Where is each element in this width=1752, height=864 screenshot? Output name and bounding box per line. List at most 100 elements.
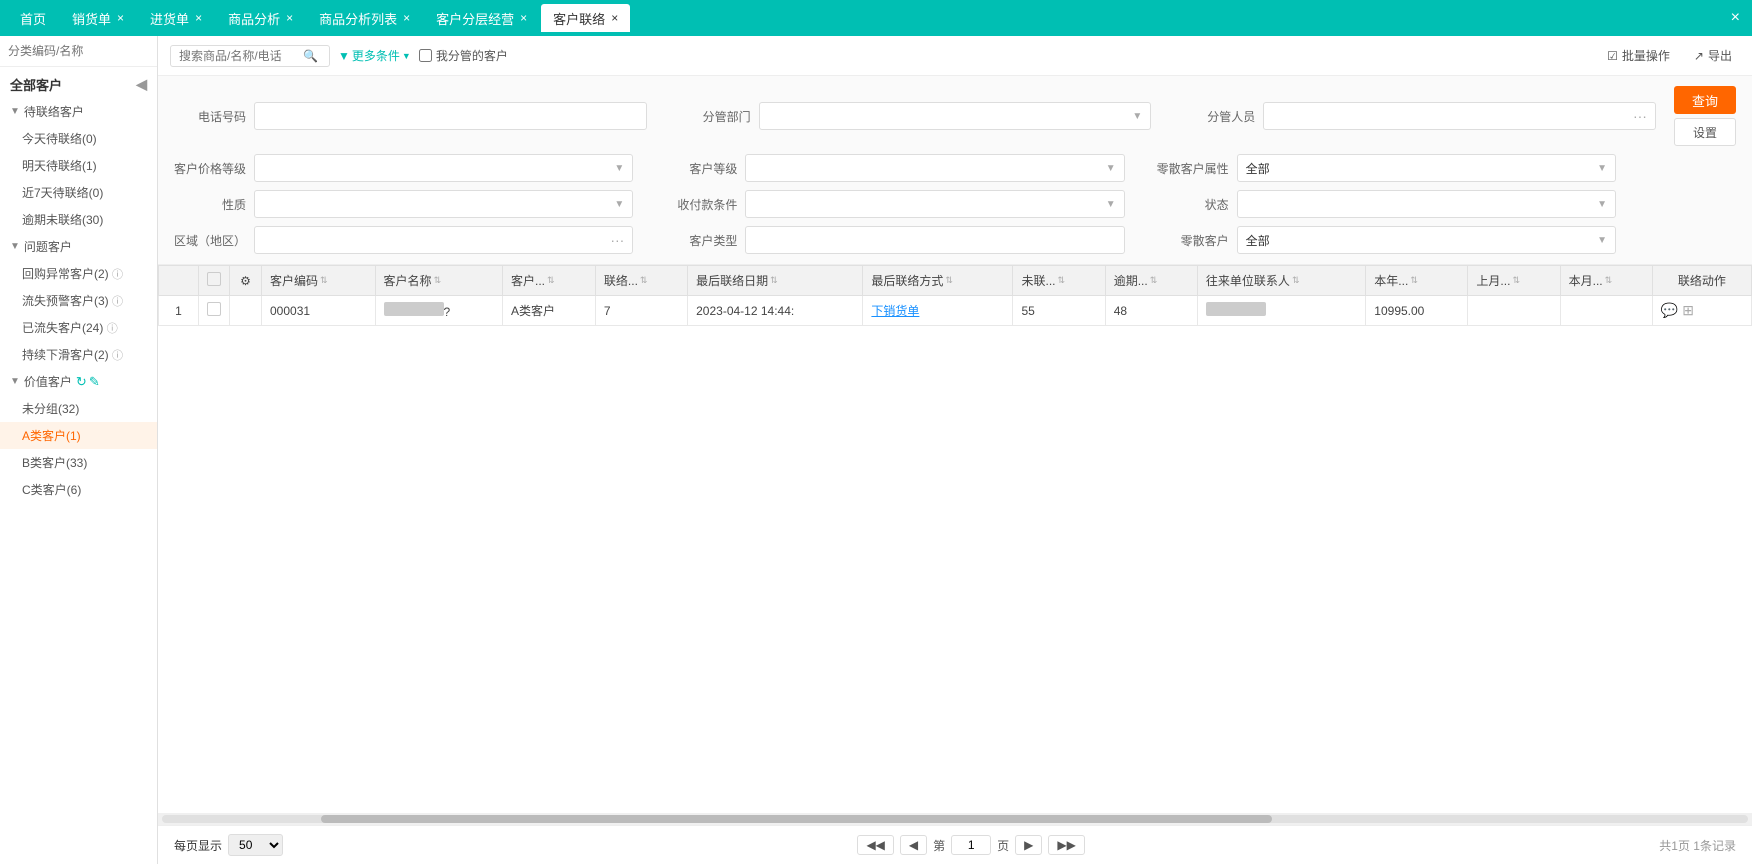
- sidebar-item-type-a[interactable]: A类客户(1): [0, 422, 157, 449]
- sort-icon-unit-contact[interactable]: ⇅: [1292, 275, 1300, 286]
- nav-purchase[interactable]: 进货单 ×: [138, 4, 214, 32]
- horizontal-scrollbar[interactable]: [158, 813, 1752, 825]
- filter-region-select[interactable]: ···: [254, 226, 633, 254]
- cell-check[interactable]: [199, 296, 230, 326]
- chat-icon[interactable]: 💬: [1661, 302, 1678, 319]
- filter-status-select[interactable]: ▼: [1237, 190, 1616, 218]
- sidebar-item-7days[interactable]: 近7天待联络(0): [0, 179, 157, 206]
- export-btn[interactable]: ↗ 导出: [1686, 44, 1740, 67]
- filter-retail-attr: 零散客户属性 全部 ▼: [1157, 154, 1616, 182]
- th-last-method[interactable]: 最后联络方式 ⇅: [863, 266, 1013, 296]
- first-page-btn[interactable]: ◀◀: [857, 835, 893, 855]
- sidebar-item-tomorrow[interactable]: 明天待联络(1): [0, 152, 157, 179]
- nav-analysis-close[interactable]: ×: [286, 11, 293, 25]
- sort-icon-overdue[interactable]: ⇅: [1150, 275, 1158, 286]
- sort-icon-contact[interactable]: ⇅: [640, 275, 648, 286]
- filter-customer-level-label: 客户等级: [665, 160, 745, 177]
- refresh-icon[interactable]: ↻: [76, 374, 87, 390]
- sort-icon-this-month[interactable]: ⇅: [1605, 275, 1613, 286]
- edit-icon[interactable]: ✎: [89, 374, 100, 390]
- sidebar-collapse-btn[interactable]: [136, 76, 147, 93]
- prev-page-btn[interactable]: ◀: [900, 835, 927, 855]
- sort-icon-type[interactable]: ⇅: [547, 275, 555, 286]
- nav-customer-tier[interactable]: 客户分层经营 ×: [424, 4, 539, 32]
- nav-customer-contact-close[interactable]: ×: [611, 11, 618, 25]
- page-size-select[interactable]: 10 20 50 100: [228, 834, 283, 856]
- sidebar-item-churned[interactable]: 已流失客户(24) ⓘ: [0, 314, 157, 341]
- sort-icon-this-year[interactable]: ⇅: [1410, 275, 1418, 286]
- next-page-btn[interactable]: ▶: [1015, 835, 1042, 855]
- sort-icon-last-month[interactable]: ⇅: [1512, 275, 1520, 286]
- settings-btn[interactable]: 设置: [1674, 118, 1736, 146]
- row-checkbox[interactable]: [207, 302, 221, 316]
- th-contact[interactable]: 联络... ⇅: [595, 266, 687, 296]
- nav-analysis-list[interactable]: 商品分析列表 ×: [307, 4, 422, 32]
- chevron-icon-5: ▼: [614, 199, 624, 210]
- filter-dept-select[interactable]: ▼: [759, 102, 1152, 130]
- th-this-year[interactable]: 本年... ⇅: [1366, 266, 1468, 296]
- th-code[interactable]: 客户编码 ⇅: [262, 266, 376, 296]
- th-overdue[interactable]: 逾期... ⇅: [1105, 266, 1197, 296]
- main-search-input[interactable]: [179, 49, 299, 63]
- th-name[interactable]: 客户名称 ⇅: [375, 266, 502, 296]
- main-search-icon[interactable]: 🔍: [303, 49, 318, 63]
- nav-home[interactable]: 首页: [8, 4, 58, 32]
- my-customers-filter[interactable]: 我分管的客户: [419, 47, 508, 64]
- sidebar-item-today[interactable]: 今天待联络(0): [0, 125, 157, 152]
- th-last-month[interactable]: 上月... ⇅: [1468, 266, 1560, 296]
- select-all-checkbox[interactable]: [207, 272, 221, 286]
- filter-customer-type-input[interactable]: [745, 226, 1124, 254]
- more-filters-btn[interactable]: ▼ 更多条件 ▼: [338, 47, 411, 64]
- nav-analysis-list-close[interactable]: ×: [403, 11, 410, 25]
- filter-customer-level-select[interactable]: ▼: [745, 154, 1124, 182]
- group-problem-customers[interactable]: ▼ 问题客户: [0, 233, 157, 260]
- th-this-month[interactable]: 本月... ⇅: [1560, 266, 1652, 296]
- sidebar-item-ungrouped[interactable]: 未分组(32): [0, 395, 157, 422]
- filter-payment-select[interactable]: ▼: [745, 190, 1124, 218]
- filter-person-select[interactable]: ···: [1263, 102, 1656, 130]
- last-method-link[interactable]: 下销货单: [871, 304, 919, 318]
- sidebar-item-repurchase-abnormal[interactable]: 回购异常客户(2) ⓘ: [0, 260, 157, 287]
- sort-icon-last-date[interactable]: ⇅: [770, 275, 778, 286]
- my-customers-checkbox[interactable]: [419, 49, 432, 62]
- query-btn[interactable]: 查询: [1674, 86, 1736, 114]
- filter-payment-label: 收付款条件: [665, 196, 745, 213]
- sort-icon-code[interactable]: ⇅: [320, 275, 328, 286]
- filter-retail-select[interactable]: 全部 ▼: [1237, 226, 1616, 254]
- sidebar-item-overdue[interactable]: 逾期未联络(30): [0, 206, 157, 233]
- nav-customer-contact[interactable]: 客户联络 ×: [541, 4, 630, 32]
- batch-operation-btn[interactable]: ☑ 批量操作: [1599, 44, 1678, 67]
- sidebar-item-churn-warning[interactable]: 流失预警客户(3) ⓘ: [0, 287, 157, 314]
- th-setting[interactable]: ⚙: [230, 266, 262, 296]
- sidebar-item-type-c[interactable]: C类客户(6): [0, 476, 157, 503]
- nav-analysis[interactable]: 商品分析 ×: [216, 4, 305, 32]
- nav-sales[interactable]: 销货单 ×: [60, 4, 136, 32]
- nav-sales-close[interactable]: ×: [117, 11, 124, 25]
- sidebar-item-type-b[interactable]: B类客户(33): [0, 449, 157, 476]
- filter-nature-select[interactable]: ▼: [254, 190, 633, 218]
- filter-retail-attr-select[interactable]: 全部 ▼: [1237, 154, 1616, 182]
- nav-purchase-close[interactable]: ×: [195, 11, 202, 25]
- filter-phone-input[interactable]: [254, 102, 647, 130]
- sort-icon-last-method[interactable]: ⇅: [945, 275, 953, 286]
- sort-icon-name[interactable]: ⇅: [434, 275, 442, 286]
- sort-icon-no-contact[interactable]: ⇅: [1058, 275, 1066, 286]
- th-unit-contact[interactable]: 往来单位联系人 ⇅: [1197, 266, 1365, 296]
- th-last-date[interactable]: 最后联络日期 ⇅: [688, 266, 863, 296]
- close-all-tabs[interactable]: ×: [1727, 5, 1744, 31]
- nav-customer-tier-close[interactable]: ×: [520, 11, 527, 25]
- page-number-input[interactable]: [951, 835, 991, 855]
- th-no-contact[interactable]: 未联... ⇅: [1013, 266, 1105, 296]
- filter-price-level-select[interactable]: ▼: [254, 154, 633, 182]
- qr-icon[interactable]: ⊞: [1682, 302, 1694, 319]
- th-check[interactable]: [199, 266, 230, 296]
- group-pending-contact[interactable]: ▼ 待联络客户: [0, 98, 157, 125]
- sidebar-search-input[interactable]: [8, 44, 158, 58]
- chevron-icon-2: ▼: [614, 163, 624, 174]
- gear-icon[interactable]: ⚙: [240, 274, 251, 288]
- sidebar-item-declining[interactable]: 持续下滑客户(2) ⓘ: [0, 341, 157, 368]
- last-page-btn[interactable]: ▶▶: [1048, 835, 1084, 855]
- th-type[interactable]: 客户... ⇅: [502, 266, 595, 296]
- group-value-customers[interactable]: ▼ 价值客户 ↻ ✎: [0, 368, 157, 395]
- scroll-thumb[interactable]: [321, 815, 1273, 823]
